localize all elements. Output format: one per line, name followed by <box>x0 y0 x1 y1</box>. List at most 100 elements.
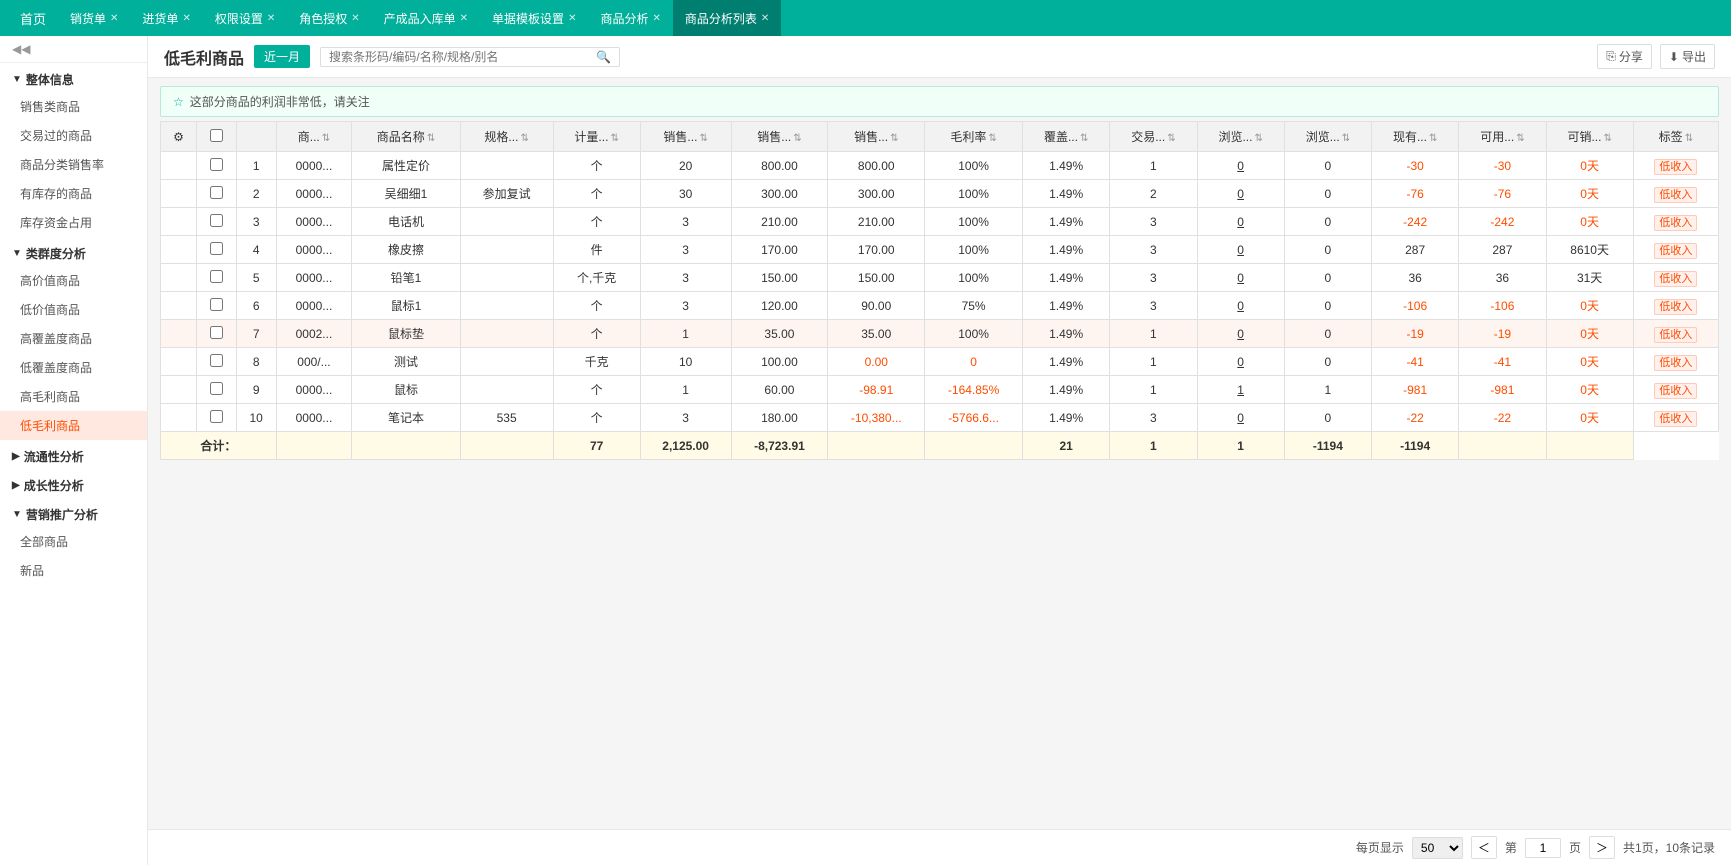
nav-permission[interactable]: 权限设置 ✕ <box>203 0 287 36</box>
col-sales-amount[interactable]: 销售...⇅ <box>731 122 828 152</box>
row-current-stock: -30 <box>1372 152 1459 180</box>
col-unit[interactable]: 计量...⇅ <box>553 122 640 152</box>
col-check[interactable] <box>197 122 237 152</box>
col-settings[interactable]: ⚙ <box>161 122 197 152</box>
row-spec <box>460 376 553 404</box>
row-trade-count: 1 <box>1110 320 1197 348</box>
col-sales-qty[interactable]: 销售...⇅ <box>640 122 731 152</box>
select-all-checkbox[interactable] <box>210 129 223 142</box>
col-available-stock[interactable]: 可用...⇅ <box>1459 122 1546 152</box>
col-code[interactable]: 商...⇅ <box>276 122 352 152</box>
nav-purchase[interactable]: 进货单 ✕ <box>130 0 202 36</box>
nav-product-analysis[interactable]: 商品分析 ✕ <box>588 0 672 36</box>
sidebar-group-overall[interactable]: ▼ 整体信息 <box>0 63 147 92</box>
close-icon[interactable]: ✕ <box>182 13 190 24</box>
search-icon[interactable]: 🔍 <box>596 50 611 64</box>
sidebar-item-low-coverage[interactable]: 低覆盖度商品 <box>0 353 147 382</box>
close-icon[interactable]: ✕ <box>761 13 769 24</box>
close-icon[interactable]: ✕ <box>351 13 359 24</box>
sidebar-group-flow[interactable]: ▶ 流通性分析 <box>0 440 147 469</box>
nav-template[interactable]: 单据模板设置 ✕ <box>480 0 588 36</box>
row-checkbox[interactable] <box>210 270 223 283</box>
date-filter-button[interactable]: 近一月 <box>254 45 310 68</box>
sort-icon: ⇅ <box>1603 133 1611 144</box>
sidebar-item-stock-capital[interactable]: 库存资金占用 <box>0 208 147 237</box>
col-saleable-days[interactable]: 可销...⇅ <box>1546 122 1633 152</box>
layout: ◀◀ ▼ 整体信息 销售类商品 交易过的商品 商品分类销售率 有库存的商品 库存… <box>0 36 1731 865</box>
sidebar-item-low-value[interactable]: 低价值商品 <box>0 295 147 324</box>
page-number-input[interactable] <box>1525 838 1561 858</box>
row-view1[interactable]: 0 <box>1197 292 1284 320</box>
close-icon[interactable]: ✕ <box>460 13 468 24</box>
row-checkbox[interactable] <box>210 186 223 199</box>
row-sales-profit: 150.00 <box>828 264 925 292</box>
prev-page-button[interactable]: ＜ <box>1471 836 1497 859</box>
row-checkbox[interactable] <box>210 326 223 339</box>
sidebar-item-category-sales-rate[interactable]: 商品分类销售率 <box>0 150 147 179</box>
sidebar-item-high-margin[interactable]: 高毛利商品 <box>0 382 147 411</box>
sidebar-item-high-value[interactable]: 高价值商品 <box>0 266 147 295</box>
col-view1[interactable]: 浏览...⇅ <box>1197 122 1284 152</box>
next-page-button[interactable]: ＞ <box>1589 836 1615 859</box>
sidebar-item-all-products[interactable]: 全部商品 <box>0 527 147 556</box>
sidebar-item-sales-products[interactable]: 销售类商品 <box>0 92 147 121</box>
row-view1[interactable]: 0 <box>1197 348 1284 376</box>
nav-role[interactable]: 角色授权 ✕ <box>287 0 371 36</box>
share-button[interactable]: ⎘ 分享 <box>1597 44 1652 69</box>
sort-icon: ⇅ <box>1080 133 1088 144</box>
col-tag[interactable]: 标签⇅ <box>1633 122 1718 152</box>
close-icon[interactable]: ✕ <box>267 13 275 24</box>
close-icon[interactable]: ✕ <box>110 13 118 24</box>
col-coverage[interactable]: 覆盖...⇅ <box>1023 122 1110 152</box>
row-checkbox[interactable] <box>210 242 223 255</box>
sidebar-group-cluster[interactable]: ▼ 类群度分析 <box>0 237 147 266</box>
col-trade-count[interactable]: 交易...⇅ <box>1110 122 1197 152</box>
row-available-stock: 287 <box>1459 236 1546 264</box>
row-view1[interactable]: 0 <box>1197 320 1284 348</box>
sidebar-item-traded-products[interactable]: 交易过的商品 <box>0 121 147 150</box>
row-view1[interactable]: 0 <box>1197 208 1284 236</box>
row-checkbox[interactable] <box>210 410 223 423</box>
row-checkbox[interactable] <box>210 214 223 227</box>
sidebar-group-marketing[interactable]: ▼ 营销推广分析 <box>0 498 147 527</box>
row-checkbox[interactable] <box>210 382 223 395</box>
row-view1[interactable]: 0 <box>1197 180 1284 208</box>
totals-current-stock: -1194 <box>1284 432 1371 460</box>
col-spec[interactable]: 规格...⇅ <box>460 122 553 152</box>
col-gross-margin[interactable]: 毛利率⇅ <box>925 122 1023 152</box>
nav-home[interactable]: 首页 <box>8 0 58 36</box>
sidebar-item-low-margin[interactable]: 低毛利商品 <box>0 411 147 440</box>
col-current-stock[interactable]: 现有...⇅ <box>1372 122 1459 152</box>
sidebar-group-growth[interactable]: ▶ 成长性分析 <box>0 469 147 498</box>
nav-product-in[interactable]: 产成品入库单 ✕ <box>372 0 480 36</box>
table-row: 5 0000... 铅笔1 个,千克 3 150.00 150.00 100% … <box>161 264 1719 292</box>
row-view1[interactable]: 0 <box>1197 404 1284 432</box>
row-checkbox[interactable] <box>210 298 223 311</box>
row-view1[interactable]: 0 <box>1197 236 1284 264</box>
row-checkbox[interactable] <box>210 354 223 367</box>
row-trade-count: 1 <box>1110 376 1197 404</box>
nav-product-analysis-list[interactable]: 商品分析列表 ✕ <box>673 0 781 36</box>
row-code: 0000... <box>276 404 352 432</box>
sidebar-item-new-products[interactable]: 新品 <box>0 556 147 585</box>
sidebar-item-in-stock[interactable]: 有库存的商品 <box>0 179 147 208</box>
row-view1[interactable]: 0 <box>1197 264 1284 292</box>
row-trade-count: 3 <box>1110 292 1197 320</box>
col-view2[interactable]: 浏览...⇅ <box>1284 122 1371 152</box>
sidebar-collapse-btn[interactable]: ◀◀ <box>8 42 34 56</box>
row-view1[interactable]: 1 <box>1197 376 1284 404</box>
sidebar-item-high-coverage[interactable]: 高覆盖度商品 <box>0 324 147 353</box>
row-view1[interactable]: 0 <box>1197 152 1284 180</box>
row-checkbox[interactable] <box>210 158 223 171</box>
search-input[interactable] <box>329 50 596 64</box>
close-icon[interactable]: ✕ <box>568 13 576 24</box>
totals-trade-count: 21 <box>1023 432 1110 460</box>
close-icon[interactable]: ✕ <box>652 13 660 24</box>
page-size-select[interactable]: 50 100 200 <box>1412 837 1463 859</box>
nav-sales[interactable]: 销货单 ✕ <box>58 0 130 36</box>
table-header-row: ⚙ 商...⇅ 商品名称⇅ 规格...⇅ 计量...⇅ 销售...⇅ 销售...… <box>161 122 1719 152</box>
col-name[interactable]: 商品名称⇅ <box>352 122 461 152</box>
col-sales-profit[interactable]: 销售...⇅ <box>828 122 925 152</box>
export-button[interactable]: ⬇ 导出 <box>1660 44 1715 69</box>
row-current-stock: 287 <box>1372 236 1459 264</box>
